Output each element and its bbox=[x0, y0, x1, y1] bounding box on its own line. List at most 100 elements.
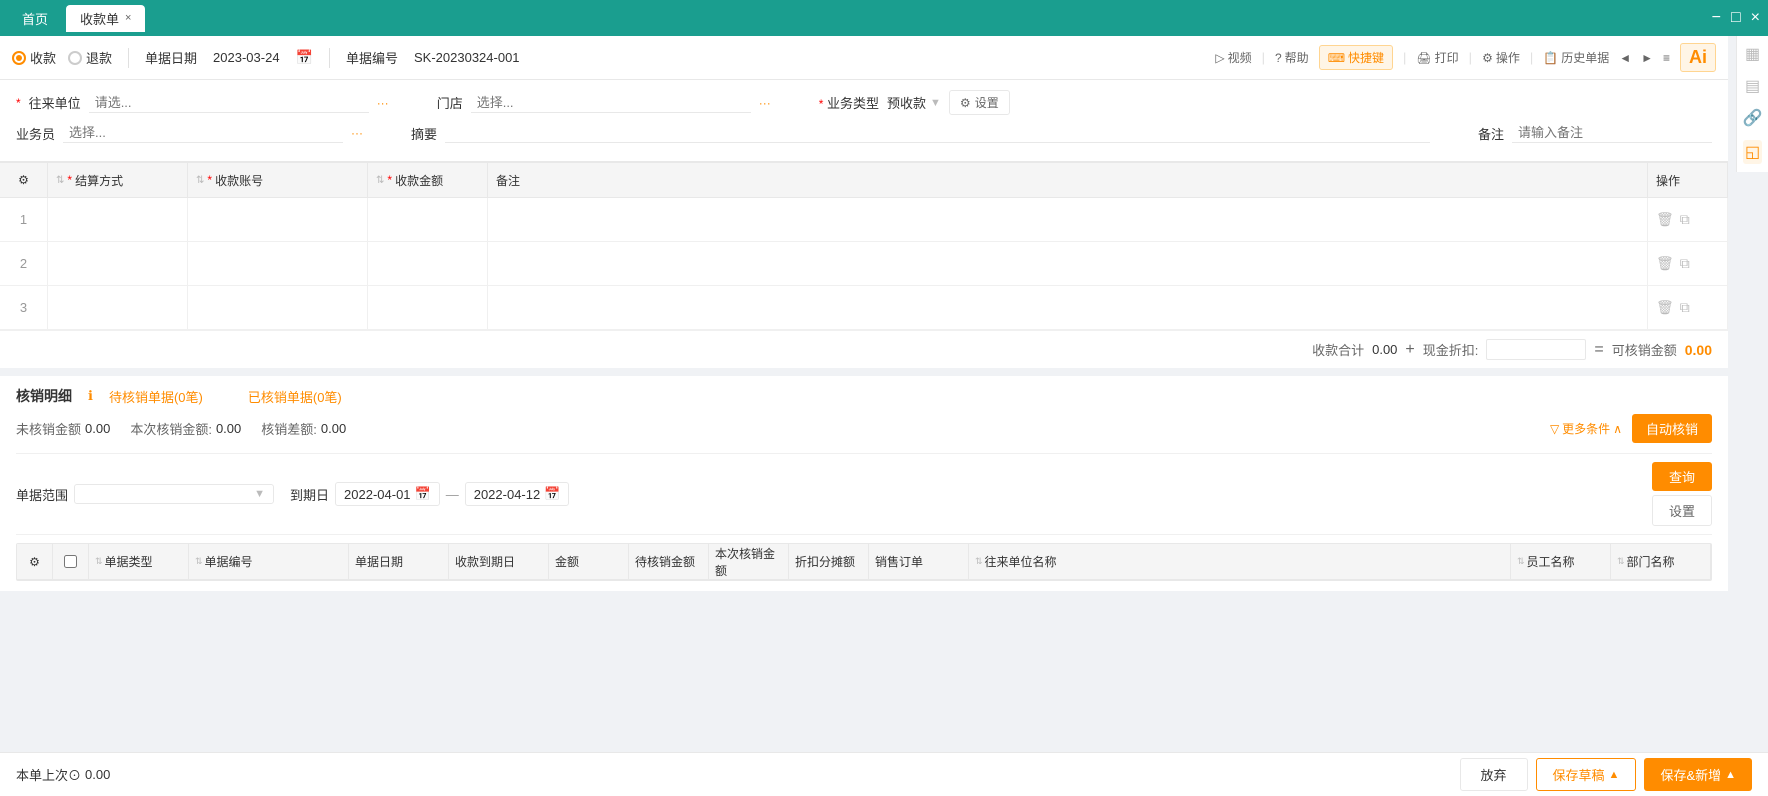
row-2-amount[interactable] bbox=[368, 242, 488, 285]
row-1-notes[interactable] bbox=[488, 198, 1648, 241]
th-amount: ⇅ * 收款金额 bbox=[368, 163, 488, 197]
calendar-to-icon[interactable]: 📅 bbox=[544, 486, 560, 502]
divider-1 bbox=[128, 48, 129, 68]
row-3-account[interactable] bbox=[188, 286, 368, 329]
row-2-copy-icon[interactable]: ⧉ bbox=[1680, 255, 1690, 272]
verify-info-icon[interactable]: ℹ bbox=[88, 388, 93, 404]
partner-input[interactable] bbox=[89, 93, 369, 113]
row-3-copy-icon[interactable]: ⧉ bbox=[1680, 299, 1690, 316]
minimize-button[interactable]: − bbox=[1712, 9, 1721, 27]
date-from-input[interactable]: 2022-04-01 📅 bbox=[335, 482, 440, 506]
maximize-button[interactable]: □ bbox=[1731, 9, 1741, 27]
form-area: * 往来单位 ··· 门店 ··· * 业务类型 预收款 ▼ ⚙ 设置 业务员 bbox=[0, 80, 1728, 162]
salesperson-input[interactable] bbox=[63, 123, 343, 143]
done-tab[interactable]: 已核销单据(0笔) bbox=[248, 387, 342, 406]
calendar-icon[interactable]: 📅 bbox=[296, 49, 313, 66]
row-3-amount[interactable] bbox=[368, 286, 488, 329]
calendar-from-icon[interactable]: 📅 bbox=[415, 486, 431, 502]
tab-close-icon[interactable]: × bbox=[125, 12, 131, 24]
settings-button[interactable]: ⚙ 设置 bbox=[949, 90, 1010, 115]
sidebar-list-icon[interactable]: ▤ bbox=[1745, 76, 1760, 96]
store-more-btn[interactable]: ··· bbox=[759, 96, 771, 110]
video-link[interactable]: ▷ 视频 bbox=[1215, 49, 1251, 66]
range-select[interactable]: ▼ bbox=[74, 484, 274, 504]
table-gear[interactable]: ⚙ bbox=[0, 163, 48, 197]
date-label: 单据日期 bbox=[145, 48, 197, 67]
history-link[interactable]: 📋 历史单据 bbox=[1543, 49, 1609, 66]
sidebar-attach-icon[interactable]: 🔗 bbox=[1743, 108, 1763, 128]
row-1-delete-icon[interactable]: 🗑 bbox=[1656, 211, 1674, 228]
range-field: 单据范围 ▼ bbox=[16, 484, 274, 504]
total-label: 收款合计 bbox=[1312, 340, 1364, 359]
summary-input[interactable] bbox=[445, 123, 1430, 143]
settings-label: 设置 bbox=[975, 94, 999, 111]
doc-num-label: 单据编号 bbox=[346, 48, 398, 67]
row-2-account[interactable] bbox=[188, 242, 368, 285]
date-value[interactable]: 2023-03-24 bbox=[213, 50, 280, 65]
notes-label: 备注 bbox=[1478, 124, 1504, 143]
notes-input[interactable] bbox=[1512, 123, 1712, 143]
partner-more-btn[interactable]: ··· bbox=[377, 96, 389, 110]
discount-input[interactable] bbox=[1486, 339, 1586, 360]
list-icon[interactable]: ≡ bbox=[1663, 51, 1670, 65]
ai-icon[interactable]: Ai bbox=[1680, 43, 1716, 72]
plus-sign: + bbox=[1405, 341, 1414, 359]
row-2-notes[interactable] bbox=[488, 242, 1648, 285]
print-link[interactable]: 🖨 打印 bbox=[1416, 49, 1458, 66]
table-row: 1 🗑 ⧉ bbox=[0, 198, 1728, 242]
row-2-settlement[interactable] bbox=[48, 242, 188, 285]
verify-label: 可核销金额 bbox=[1612, 340, 1677, 359]
auto-verify-button[interactable]: 自动核销 bbox=[1632, 414, 1712, 443]
more-conditions-link[interactable]: ▽ 更多条件 ∧ bbox=[1550, 420, 1622, 437]
partner-label: 往来单位 bbox=[29, 93, 81, 112]
row-2-delete-icon[interactable]: 🗑 bbox=[1656, 255, 1674, 272]
bth-checkbox[interactable] bbox=[53, 544, 89, 579]
row-1-copy-icon[interactable]: ⧉ bbox=[1680, 211, 1690, 228]
operate-link[interactable]: ⚙ 操作 bbox=[1482, 49, 1520, 66]
verify-title-row: 核销明细 ℹ 待核销单据(0笔) 已核销单据(0笔) bbox=[16, 386, 1712, 406]
tab-receipt-label: 收款单 bbox=[80, 9, 119, 28]
sidebar-expand-icon[interactable]: ◱ bbox=[1743, 140, 1762, 164]
salesperson-more-btn[interactable]: ··· bbox=[351, 126, 363, 140]
next-icon[interactable]: ► bbox=[1641, 51, 1653, 65]
store-label: 门店 bbox=[437, 93, 463, 112]
help-link[interactable]: ? 帮助 bbox=[1275, 49, 1309, 66]
row-1-amount[interactable] bbox=[368, 198, 488, 241]
unverified-label: 未核销金额 bbox=[16, 419, 81, 438]
query-button[interactable]: 查询 bbox=[1652, 462, 1712, 491]
biz-type-select[interactable]: 预收款 ▼ bbox=[887, 93, 941, 112]
row-1-account[interactable] bbox=[188, 198, 368, 241]
biz-required: * bbox=[819, 97, 824, 111]
row-1-actions: 🗑 ⧉ bbox=[1648, 198, 1728, 241]
store-input[interactable] bbox=[471, 93, 751, 113]
shortcut-link[interactable]: ⌨ 快捷键 bbox=[1319, 45, 1393, 70]
row-num-3: 3 bbox=[0, 286, 48, 329]
save-draft-button[interactable]: 保存草稿 ▲ bbox=[1536, 758, 1637, 791]
settings-gear-icon: ⚙ bbox=[960, 96, 971, 110]
sidebar-table-icon[interactable]: ▦ bbox=[1745, 44, 1760, 64]
tab-receipt[interactable]: 收款单 × bbox=[66, 5, 145, 32]
table-row: 3 🗑 ⧉ bbox=[0, 286, 1728, 330]
tab-home[interactable]: 首页 bbox=[8, 5, 62, 32]
save-new-button[interactable]: 保存&新增 ▲ bbox=[1644, 758, 1752, 791]
radio-tuikuan[interactable]: 退款 bbox=[68, 48, 112, 67]
range-label: 单据范围 bbox=[16, 485, 68, 504]
date-to-input[interactable]: 2022-04-12 📅 bbox=[465, 482, 570, 506]
abandon-button[interactable]: 放弃 bbox=[1460, 758, 1528, 791]
radio-shoukuan[interactable]: 收款 bbox=[12, 48, 56, 67]
th-account: ⇅ * 收款账号 bbox=[188, 163, 368, 197]
close-button[interactable]: × bbox=[1751, 9, 1760, 27]
row-1-settlement[interactable] bbox=[48, 198, 188, 241]
pending-tab[interactable]: 待核销单据(0笔) bbox=[109, 387, 203, 406]
bth-gear[interactable]: ⚙ bbox=[17, 544, 53, 579]
search-settings-button[interactable]: 设置 bbox=[1652, 495, 1712, 526]
row-3-notes[interactable] bbox=[488, 286, 1648, 329]
row-3-settlement[interactable] bbox=[48, 286, 188, 329]
print-label: 打印 bbox=[1435, 49, 1459, 66]
select-all-checkbox[interactable] bbox=[64, 555, 77, 568]
row-3-delete-icon[interactable]: 🗑 bbox=[1656, 299, 1674, 316]
bth-amount: 金额 bbox=[549, 544, 629, 579]
prev-icon[interactable]: ◄ bbox=[1619, 51, 1631, 65]
verify-section: 核销明细 ℹ 待核销单据(0笔) 已核销单据(0笔) 未核销金额 0.00 本次… bbox=[0, 376, 1728, 591]
verify-value: 0.00 bbox=[1685, 342, 1712, 358]
